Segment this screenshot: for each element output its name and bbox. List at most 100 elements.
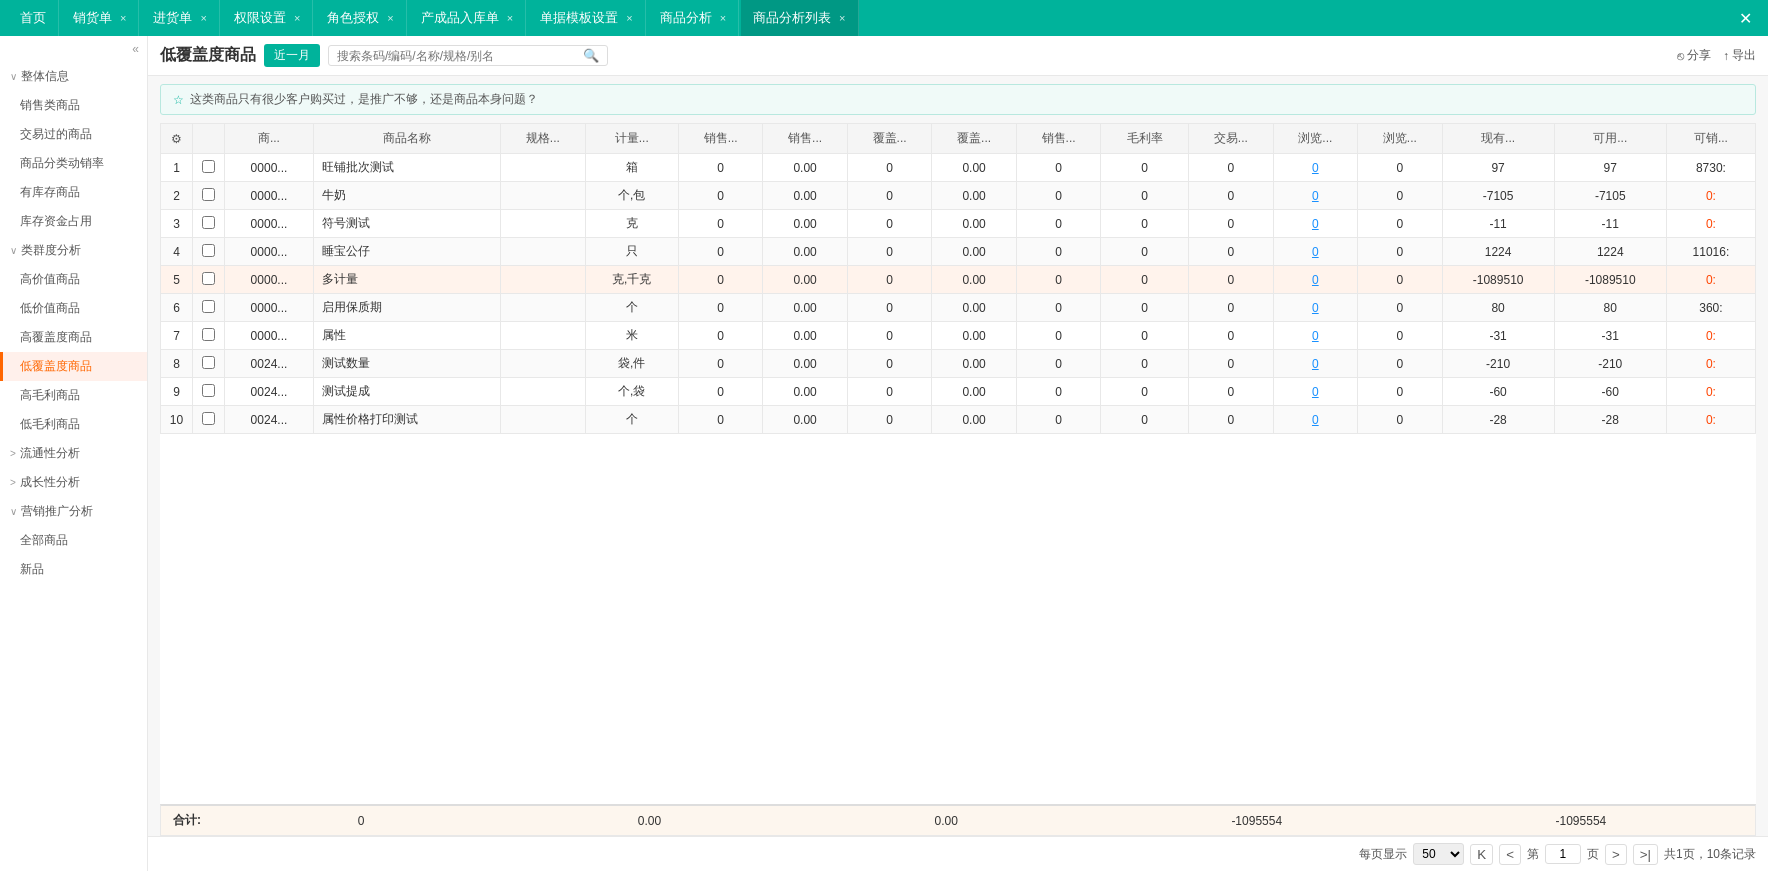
- sidebar-item-低毛利商品[interactable]: 低毛利商品: [0, 410, 147, 439]
- sidebar-item-高覆盖度商品[interactable]: 高覆盖度商品: [0, 323, 147, 352]
- sidebar-item-全部商品[interactable]: 全部商品: [0, 526, 147, 555]
- row-checkbox[interactable]: [202, 216, 215, 229]
- close-tab-icon[interactable]: ×: [200, 12, 206, 24]
- cell-browse1[interactable]: 0: [1273, 210, 1357, 238]
- page-input[interactable]: [1545, 844, 1581, 864]
- cell-checkbox[interactable]: [193, 378, 225, 406]
- sidebar-item-高毛利商品[interactable]: 高毛利商品: [0, 381, 147, 410]
- col-header-sales_amt[interactable]: 销售...: [763, 124, 847, 154]
- cell-browse1[interactable]: 0: [1273, 266, 1357, 294]
- export-button[interactable]: ↑ 导出: [1723, 47, 1756, 64]
- cell-checkbox[interactable]: [193, 154, 225, 182]
- row-checkbox[interactable]: [202, 384, 215, 397]
- col-header-code[interactable]: 商...: [225, 124, 314, 154]
- nav-tab-角色授权[interactable]: 角色授权×: [315, 0, 406, 36]
- filter-period-button[interactable]: 近一月: [264, 44, 320, 67]
- nav-tab-权限设置[interactable]: 权限设置×: [222, 0, 313, 36]
- cell-name: 属性: [313, 322, 500, 350]
- nav-tab-商品分析列表[interactable]: 商品分析列表×: [741, 0, 858, 36]
- table-container[interactable]: ⚙商...商品名称规格...计量...销售...销售...覆盖...覆盖...销…: [160, 123, 1756, 804]
- col-header-usable_stock[interactable]: 可用...: [1554, 124, 1666, 154]
- sidebar-item-低价值商品[interactable]: 低价值商品: [0, 294, 147, 323]
- prev-page-button[interactable]: <: [1499, 844, 1521, 865]
- sidebar-section-流通性分析[interactable]: >流通性分析: [0, 439, 147, 468]
- sidebar-section-整体信息[interactable]: ∨整体信息: [0, 62, 147, 91]
- cell-browse1[interactable]: 0: [1273, 294, 1357, 322]
- cell-checkbox[interactable]: [193, 294, 225, 322]
- cell-browse1[interactable]: 0: [1273, 378, 1357, 406]
- col-header-checkbox[interactable]: [193, 124, 225, 154]
- col-header-cover1[interactable]: 覆盖...: [847, 124, 931, 154]
- cell-checkbox[interactable]: [193, 210, 225, 238]
- nav-tab-首页[interactable]: 首页: [8, 0, 59, 36]
- row-checkbox[interactable]: [202, 300, 215, 313]
- sidebar-item-交易过的商品[interactable]: 交易过的商品: [0, 120, 147, 149]
- share-button[interactable]: ⎋ 分享: [1677, 47, 1711, 64]
- close-tab-icon[interactable]: ×: [120, 12, 126, 24]
- row-checkbox[interactable]: [202, 328, 215, 341]
- table-row: 40000...睡宝公仔只00.0000.0000000122412241101…: [161, 238, 1756, 266]
- row-checkbox[interactable]: [202, 160, 215, 173]
- sidebar-item-销售类商品[interactable]: 销售类商品: [0, 91, 147, 120]
- nav-tab-销货单[interactable]: 销货单×: [61, 0, 139, 36]
- arrow-icon: >: [10, 448, 16, 459]
- col-header-cover2[interactable]: 覆盖...: [932, 124, 1016, 154]
- row-checkbox[interactable]: [202, 272, 215, 285]
- sidebar-item-库存资金占用[interactable]: 库存资金占用: [0, 207, 147, 236]
- col-header-sales_qty[interactable]: 销售...: [678, 124, 762, 154]
- close-tab-icon[interactable]: ×: [507, 12, 513, 24]
- sidebar-item-新品[interactable]: 新品: [0, 555, 147, 584]
- cell-browse1[interactable]: 0: [1273, 182, 1357, 210]
- col-header-sales_other[interactable]: 销售...: [1016, 124, 1100, 154]
- cell-browse1[interactable]: 0: [1273, 406, 1357, 434]
- nav-tab-产成品入库单[interactable]: 产成品入库单×: [409, 0, 526, 36]
- next-page-button[interactable]: >: [1605, 844, 1627, 865]
- sidebar-item-有库存商品[interactable]: 有库存商品: [0, 178, 147, 207]
- cell-checkbox[interactable]: [193, 350, 225, 378]
- last-page-button[interactable]: >|: [1633, 844, 1658, 865]
- close-tab-icon[interactable]: ×: [387, 12, 393, 24]
- nav-tab-单据模板设置[interactable]: 单据模板设置×: [528, 0, 645, 36]
- col-header-spec[interactable]: 规格...: [501, 124, 585, 154]
- cell-checkbox[interactable]: [193, 406, 225, 434]
- row-checkbox[interactable]: [202, 412, 215, 425]
- row-checkbox[interactable]: [202, 244, 215, 257]
- sidebar-section-成长性分析[interactable]: >成长性分析: [0, 468, 147, 497]
- sidebar-section-营销推广分析[interactable]: ∨营销推广分析: [0, 497, 147, 526]
- close-tab-icon[interactable]: ×: [294, 12, 300, 24]
- sidebar-toggle-button[interactable]: «: [0, 36, 147, 62]
- per-page-select[interactable]: 2050100200: [1413, 843, 1464, 865]
- sidebar-item-高价值商品[interactable]: 高价值商品: [0, 265, 147, 294]
- first-page-button[interactable]: K: [1470, 844, 1493, 865]
- col-header-browse1[interactable]: 浏览...: [1273, 124, 1357, 154]
- close-tab-icon[interactable]: ×: [839, 12, 845, 24]
- col-header-sellable[interactable]: 可销...: [1666, 124, 1755, 154]
- nav-tab-进货单[interactable]: 进货单×: [141, 0, 219, 36]
- col-header-current_stock[interactable]: 现有...: [1442, 124, 1554, 154]
- close-tab-icon[interactable]: ×: [720, 12, 726, 24]
- nav-tab-商品分析[interactable]: 商品分析×: [648, 0, 739, 36]
- cell-checkbox[interactable]: [193, 182, 225, 210]
- sidebar-section-类群度分析[interactable]: ∨类群度分析: [0, 236, 147, 265]
- col-header-browse2[interactable]: 浏览...: [1358, 124, 1442, 154]
- cell-checkbox[interactable]: [193, 238, 225, 266]
- col-header-trade[interactable]: 交易...: [1189, 124, 1273, 154]
- cell-checkbox[interactable]: [193, 266, 225, 294]
- close-tab-icon[interactable]: ×: [626, 12, 632, 24]
- search-input[interactable]: [337, 49, 583, 63]
- cell-checkbox[interactable]: [193, 322, 225, 350]
- sidebar-item-低覆盖度商品[interactable]: 低覆盖度商品: [0, 352, 147, 381]
- sidebar-item-商品分类动销率[interactable]: 商品分类动销率: [0, 149, 147, 178]
- col-header-settings[interactable]: ⚙: [161, 124, 193, 154]
- col-header-unit[interactable]: 计量...: [585, 124, 678, 154]
- row-checkbox[interactable]: [202, 356, 215, 369]
- col-header-name[interactable]: 商品名称: [313, 124, 500, 154]
- cell-browse1[interactable]: 0: [1273, 154, 1357, 182]
- col-header-gross_rate[interactable]: 毛利率: [1101, 124, 1189, 154]
- cell-browse1[interactable]: 0: [1273, 322, 1357, 350]
- close-all-button[interactable]: ✕: [1731, 9, 1760, 28]
- cell-browse1[interactable]: 0: [1273, 238, 1357, 266]
- cell-code: 0000...: [225, 154, 314, 182]
- row-checkbox[interactable]: [202, 188, 215, 201]
- cell-browse1[interactable]: 0: [1273, 350, 1357, 378]
